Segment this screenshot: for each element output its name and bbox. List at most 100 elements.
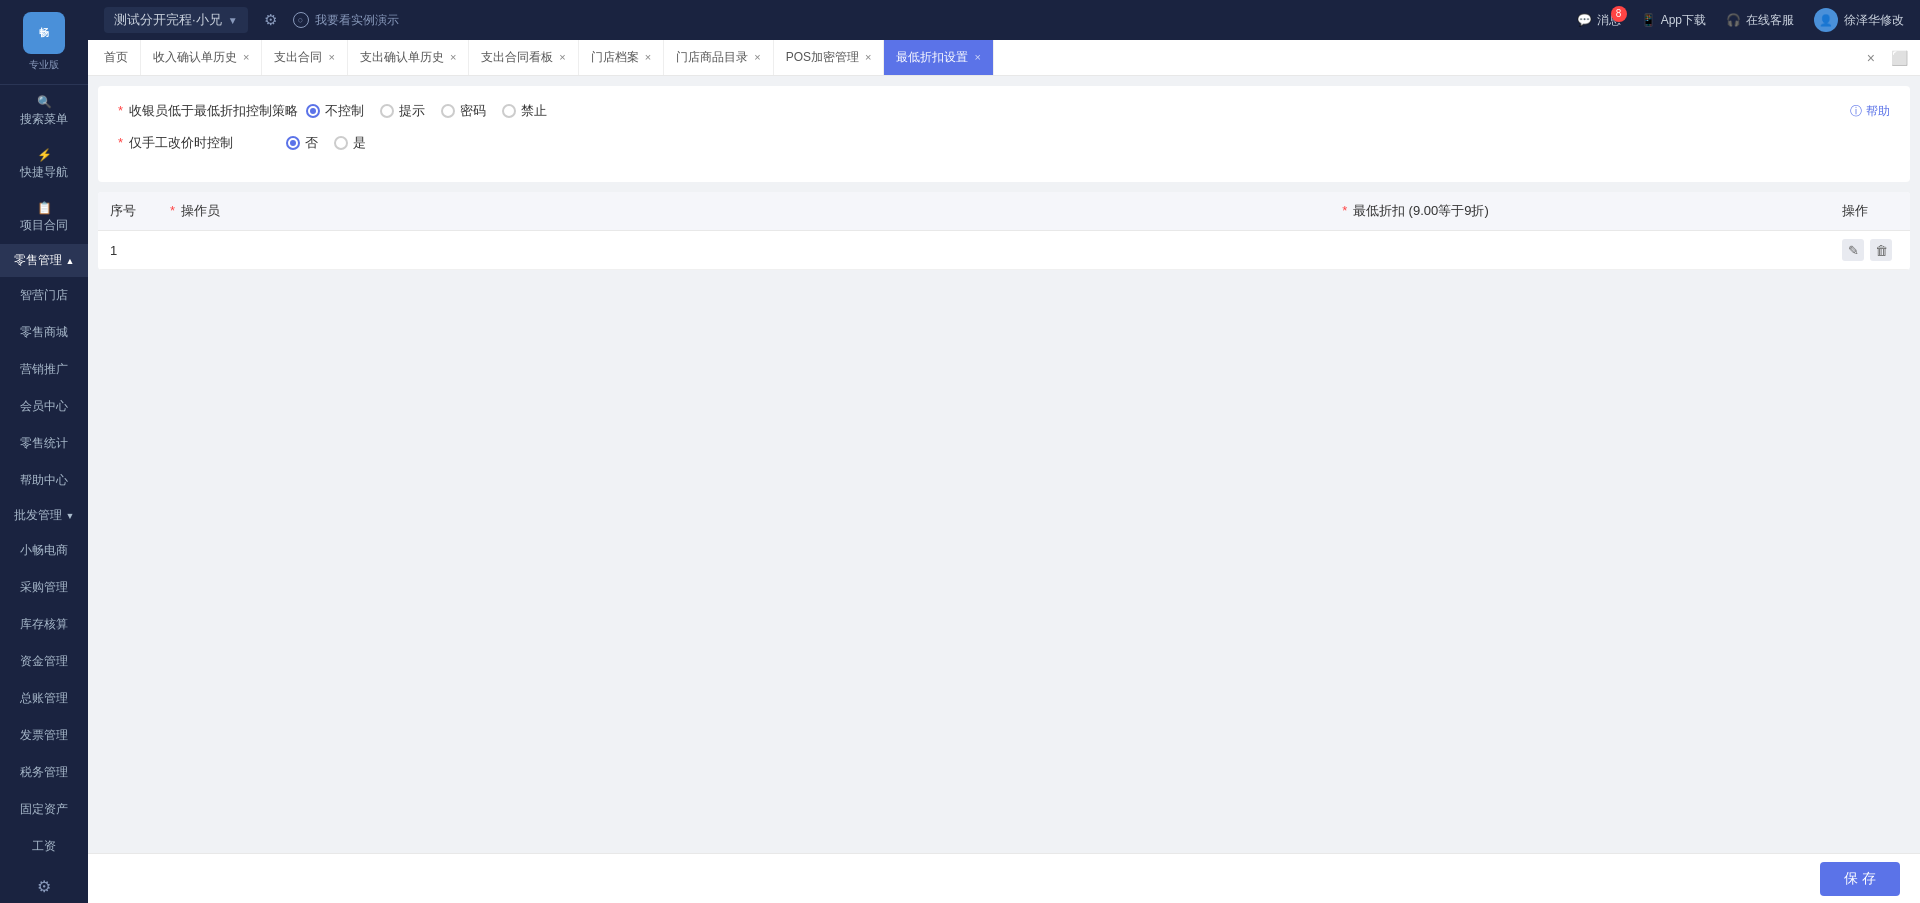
manual-control-row: * 仅手工改价时控制 否 是	[118, 134, 1890, 152]
close-icon[interactable]: ×	[974, 52, 980, 63]
tab-bar: 首页 收入确认单历史 × 支出合同 × 支出确认单历史 × 支出合同看板 × 门…	[88, 40, 1920, 76]
sidebar-item-capital[interactable]: 资金管理	[0, 643, 88, 680]
tab-expand-btn[interactable]: ⬜	[1887, 48, 1912, 68]
radio-circle-yes	[334, 136, 348, 150]
tab-contract-board[interactable]: 支出合同看板 ×	[469, 40, 578, 76]
radio-ban[interactable]: 禁止	[502, 102, 547, 120]
col-header-discount: * 最低折扣 (9.00等于9折)	[1330, 192, 1830, 231]
tab-min-discount[interactable]: 最低折扣设置 ×	[884, 40, 993, 76]
user-info[interactable]: 👤 徐泽华修改	[1814, 8, 1904, 32]
message-btn[interactable]: 💬 消息 8	[1577, 12, 1621, 29]
cashier-policy-row: * 收银员低于最低折扣控制策略 不控制 提示 密码	[118, 102, 1890, 120]
project-icon: 📋	[37, 201, 52, 215]
col-header-actions: 操作	[1830, 192, 1910, 231]
download-icon: 📱	[1641, 13, 1656, 27]
logo-icon: 畅	[23, 12, 65, 54]
radio-circle-prompt	[380, 104, 394, 118]
gear-icon: ⚙	[37, 878, 51, 895]
sidebar-item-search[interactable]: 🔍 搜索菜单	[0, 85, 88, 138]
sidebar-item-assets[interactable]: 固定资产	[0, 791, 88, 828]
save-button[interactable]: 保 存	[1820, 862, 1900, 896]
close-icon[interactable]: ×	[559, 52, 565, 63]
sidebar-item-tax[interactable]: 税务管理	[0, 754, 88, 791]
message-badge: 8	[1611, 6, 1627, 22]
table-row: 1 ✎ 🗑	[98, 231, 1910, 270]
sidebar-item-ecommerce[interactable]: 小畅电商	[0, 532, 88, 569]
sidebar-item-payroll[interactable]: 工资	[0, 828, 88, 865]
logo-text: 畅	[39, 26, 49, 40]
retail-arrow: ▲	[66, 256, 75, 266]
sidebar-item-retail[interactable]: 零售管理 ▲	[0, 244, 88, 277]
sidebar-item-batch[interactable]: 批发管理 ▼	[0, 499, 88, 532]
delete-btn[interactable]: 🗑	[1870, 239, 1892, 261]
sidebar-item-online-store[interactable]: 零售商城	[0, 314, 88, 351]
header-settings-btn[interactable]: ⚙	[264, 11, 277, 29]
action-btns: ✎ 🗑	[1842, 239, 1898, 261]
tab-pos-password[interactable]: POS加密管理 ×	[774, 40, 885, 76]
sidebar-item-purchase[interactable]: 采购管理	[0, 569, 88, 606]
tab-contract[interactable]: 支出合同 ×	[262, 40, 347, 76]
tab-income[interactable]: 收入确认单历史 ×	[141, 40, 262, 76]
tab-store-file[interactable]: 门店档案 ×	[579, 40, 664, 76]
main-area: 测试分开完程·小兄 ▼ ⚙ ○ 我要看实例演示 💬 消息 8 📱 App下载 🎧…	[88, 0, 1920, 903]
radio-circle-no	[286, 136, 300, 150]
close-icon[interactable]: ×	[754, 52, 760, 63]
close-icon[interactable]: ×	[645, 52, 651, 63]
sidebar-item-member[interactable]: 会员中心	[0, 388, 88, 425]
project-name: 测试分开完程·小兄	[114, 11, 222, 29]
cell-operator	[158, 231, 1330, 270]
manual-control-radio-group: 否 是	[286, 134, 366, 152]
close-icon[interactable]: ×	[450, 52, 456, 63]
discount-table: 序号 * 操作员 * 最低折扣 (9.00等于9折) 操作	[98, 192, 1910, 270]
service-icon: 🎧	[1726, 13, 1741, 27]
tab-bar-actions: × ⬜	[1863, 48, 1920, 68]
radio-yes[interactable]: 是	[334, 134, 366, 152]
cashier-policy-label: * 收银员低于最低折扣控制策略	[118, 102, 298, 120]
radio-no-control[interactable]: 不控制	[306, 102, 364, 120]
demo-link[interactable]: ○ 我要看实例演示	[293, 12, 399, 29]
radio-prompt[interactable]: 提示	[380, 102, 425, 120]
help-btn[interactable]: ⓘ 帮助	[1850, 103, 1890, 120]
sidebar-item-inventory[interactable]: 库存核算	[0, 606, 88, 643]
sidebar-item-marketing[interactable]: 营销推广	[0, 351, 88, 388]
radio-circle-ban	[502, 104, 516, 118]
close-icon[interactable]: ×	[865, 52, 871, 63]
project-selector[interactable]: 测试分开完程·小兄 ▼	[104, 7, 248, 33]
sidebar-item-invoice[interactable]: 发票管理	[0, 717, 88, 754]
tab-home[interactable]: 首页	[92, 40, 141, 76]
sidebar-item-help[interactable]: 帮助中心	[0, 462, 88, 499]
tab-store-product[interactable]: 门店商品目录 ×	[664, 40, 773, 76]
radio-no[interactable]: 否	[286, 134, 318, 152]
edit-btn[interactable]: ✎	[1842, 239, 1864, 261]
sidebar-item-shortcut[interactable]: ⚡ 快捷导航	[0, 138, 88, 191]
header-right: 💬 消息 8 📱 App下载 🎧 在线客服 👤 徐泽华修改	[1577, 8, 1904, 32]
required-mark: *	[118, 103, 123, 118]
radio-circle-no-control	[306, 104, 320, 118]
radio-password[interactable]: 密码	[441, 102, 486, 120]
sidebar-item-smart-store[interactable]: 智营门店	[0, 277, 88, 314]
form-card: * 收银员低于最低折扣控制策略 不控制 提示 密码	[98, 86, 1910, 182]
manual-control-label: * 仅手工改价时控制	[118, 134, 278, 152]
content-area: * 收银员低于最低折扣控制策略 不控制 提示 密码	[88, 76, 1920, 853]
tab-payment-hist[interactable]: 支出确认单历史 ×	[348, 40, 469, 76]
sidebar-item-ledger[interactable]: 总账管理	[0, 680, 88, 717]
shortcut-icon: ⚡	[37, 148, 52, 162]
bottom-bar: 保 存	[88, 853, 1920, 903]
tab-close-btn[interactable]: ×	[1863, 48, 1879, 68]
sidebar-item-retail-stat[interactable]: 零售统计	[0, 425, 88, 462]
close-icon[interactable]: ×	[243, 52, 249, 63]
app-download-btn[interactable]: 📱 App下载	[1641, 12, 1706, 29]
col-header-operator: * 操作员	[158, 192, 1330, 231]
col-header-num: 序号	[98, 192, 158, 231]
close-icon[interactable]: ×	[328, 52, 334, 63]
sidebar-logo: 畅 专业版	[0, 0, 88, 85]
sidebar-settings-btn[interactable]: ⚙	[0, 865, 88, 903]
logo-edition: 专业版	[29, 58, 59, 72]
sidebar-item-project[interactable]: 📋 项目合同	[0, 191, 88, 244]
cell-discount	[1330, 231, 1830, 270]
radio-circle-password	[441, 104, 455, 118]
top-header: 测试分开完程·小兄 ▼ ⚙ ○ 我要看实例演示 💬 消息 8 📱 App下载 🎧…	[88, 0, 1920, 40]
chevron-down-icon: ▼	[228, 15, 238, 26]
demo-icon: ○	[293, 12, 309, 28]
online-service-btn[interactable]: 🎧 在线客服	[1726, 12, 1794, 29]
